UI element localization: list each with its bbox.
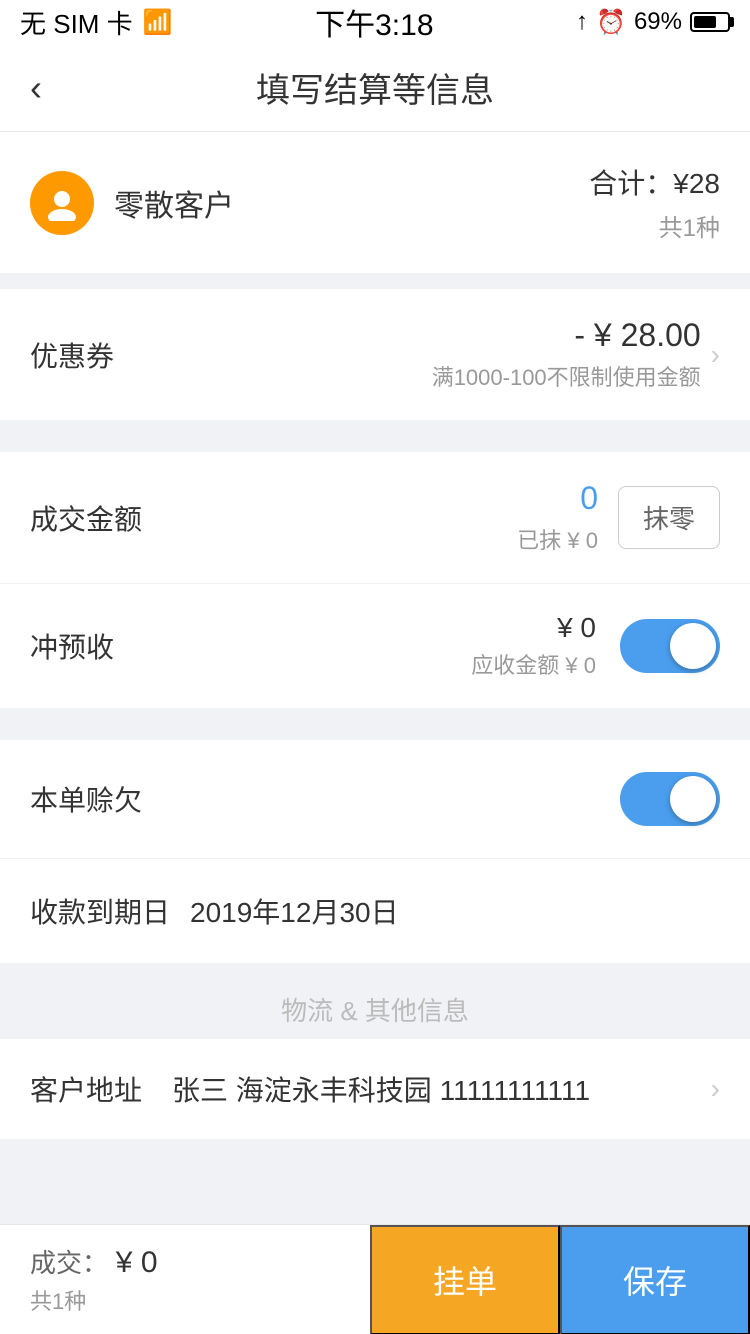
address-value: 张三 海淀永丰科技园 11111111111	[172, 1069, 701, 1109]
section-divider-1	[0, 436, 750, 452]
customer-right: 合计：¥28 共1种	[589, 162, 720, 243]
wifi-icon: 📶	[143, 8, 173, 37]
transaction-amount-row: 成交金额 0 已抹 ¥ 0 抹零	[0, 452, 750, 584]
status-time: 下午3:18	[315, 0, 433, 44]
credit-row: 本单赊欠	[0, 740, 750, 859]
page-title: 填写结算等信息	[256, 63, 494, 112]
chevron-right-icon: ›	[711, 339, 720, 371]
customer-left: 零散客户	[30, 171, 234, 235]
status-bar: 无 SIM 卡 📶 下午3:18 ↑ ⏰ 69%	[0, 0, 750, 44]
alarm-icon: ⏰	[596, 8, 626, 37]
section-divider-2	[0, 724, 750, 740]
logistics-divider: 物流 & 其他信息	[0, 979, 750, 1039]
bottom-bar: 成交： ¥ 0 共1种 挂单 保存	[0, 1224, 750, 1334]
save-button[interactable]: 保存	[560, 1225, 750, 1334]
address-section: 客户地址 张三 海淀永丰科技园 11111111111 ›	[0, 1039, 750, 1139]
nav-bar: ‹ 填写结算等信息	[0, 44, 750, 132]
transaction-label: 成交金额	[30, 498, 142, 538]
customer-name: 零散客户	[114, 181, 234, 225]
hold-button[interactable]: 挂单	[370, 1225, 560, 1334]
customer-section: 零散客户 合计：¥28 共1种	[0, 132, 750, 273]
due-date-label: 收款到期日	[30, 891, 170, 931]
address-chevron-icon: ›	[711, 1073, 720, 1105]
avatar	[30, 171, 94, 235]
status-right: ↑ ⏰ 69%	[576, 8, 730, 37]
coupon-value-right: - ¥ 28.00 满1000-100不限制使用金额	[114, 317, 701, 392]
bottom-deal-amount: ¥ 0	[116, 1246, 158, 1279]
prereceive-val-col: ¥ 0 应收金额 ¥ 0	[471, 612, 596, 680]
prereceive-amount: ¥ 0	[471, 612, 596, 644]
customer-total: 合计：¥28	[589, 162, 720, 202]
toggle-knob	[670, 623, 716, 669]
logistics-label: 物流 & 其他信息	[281, 991, 469, 1028]
coupon-label: 优惠券	[30, 335, 114, 375]
prereceive-row: 冲预收 ¥ 0 应收金额 ¥ 0	[0, 584, 750, 708]
amount-value-col: 0 已抹 ¥ 0	[517, 480, 598, 555]
back-button[interactable]: ‹	[30, 67, 42, 109]
status-left: 无 SIM 卡 📶	[20, 4, 173, 41]
coupon-amount: - ¥ 28.00	[114, 317, 701, 354]
credit-toggle-knob	[670, 776, 716, 822]
address-label: 客户地址	[30, 1069, 142, 1109]
amount-input-right: 0 已抹 ¥ 0 抹零	[517, 480, 720, 555]
credit-toggle[interactable]	[620, 772, 720, 826]
prereceive-toggle[interactable]	[620, 619, 720, 673]
transaction-section: 成交金额 0 已抹 ¥ 0 抹零 冲预收 ¥ 0 应收金额 ¥ 0	[0, 452, 750, 708]
due-date-row: 收款到期日 2019年12月30日	[0, 859, 750, 963]
prereceive-label: 冲预收	[30, 626, 114, 666]
battery-percent: 69%	[634, 8, 682, 36]
bottom-deal-line: 成交： ¥ 0	[30, 1243, 340, 1280]
bottom-count: 共1种	[30, 1284, 340, 1316]
prereceive-right: ¥ 0 应收金额 ¥ 0	[471, 612, 720, 680]
main-content: 零散客户 合计：¥28 共1种 优惠券 - ¥ 28.00 满1000-100不…	[0, 132, 750, 1275]
address-row[interactable]: 客户地址 张三 海淀永丰科技园 11111111111 ›	[0, 1039, 750, 1139]
transaction-value[interactable]: 0	[517, 480, 598, 517]
coupon-section: 优惠券 - ¥ 28.00 满1000-100不限制使用金额 ›	[0, 289, 750, 420]
credit-label: 本单赊欠	[30, 779, 142, 819]
battery-icon	[690, 12, 730, 32]
bottom-deal-label: 成交：	[30, 1248, 108, 1278]
prereceive-sub: 应收金额 ¥ 0	[471, 648, 596, 680]
round-button[interactable]: 抹零	[618, 486, 720, 549]
transaction-sub: 已抹 ¥ 0	[517, 523, 598, 555]
sim-indicator: 无 SIM 卡	[20, 4, 133, 41]
customer-count: 共1种	[589, 208, 720, 243]
credit-section: 本单赊欠 收款到期日 2019年12月30日	[0, 740, 750, 963]
coupon-desc: 满1000-100不限制使用金额	[114, 360, 701, 392]
coupon-row[interactable]: 优惠券 - ¥ 28.00 满1000-100不限制使用金额 ›	[0, 289, 750, 420]
due-date-value[interactable]: 2019年12月30日	[190, 891, 399, 931]
bottom-info: 成交： ¥ 0 共1种	[0, 1243, 370, 1316]
location-icon: ↑	[576, 8, 588, 36]
